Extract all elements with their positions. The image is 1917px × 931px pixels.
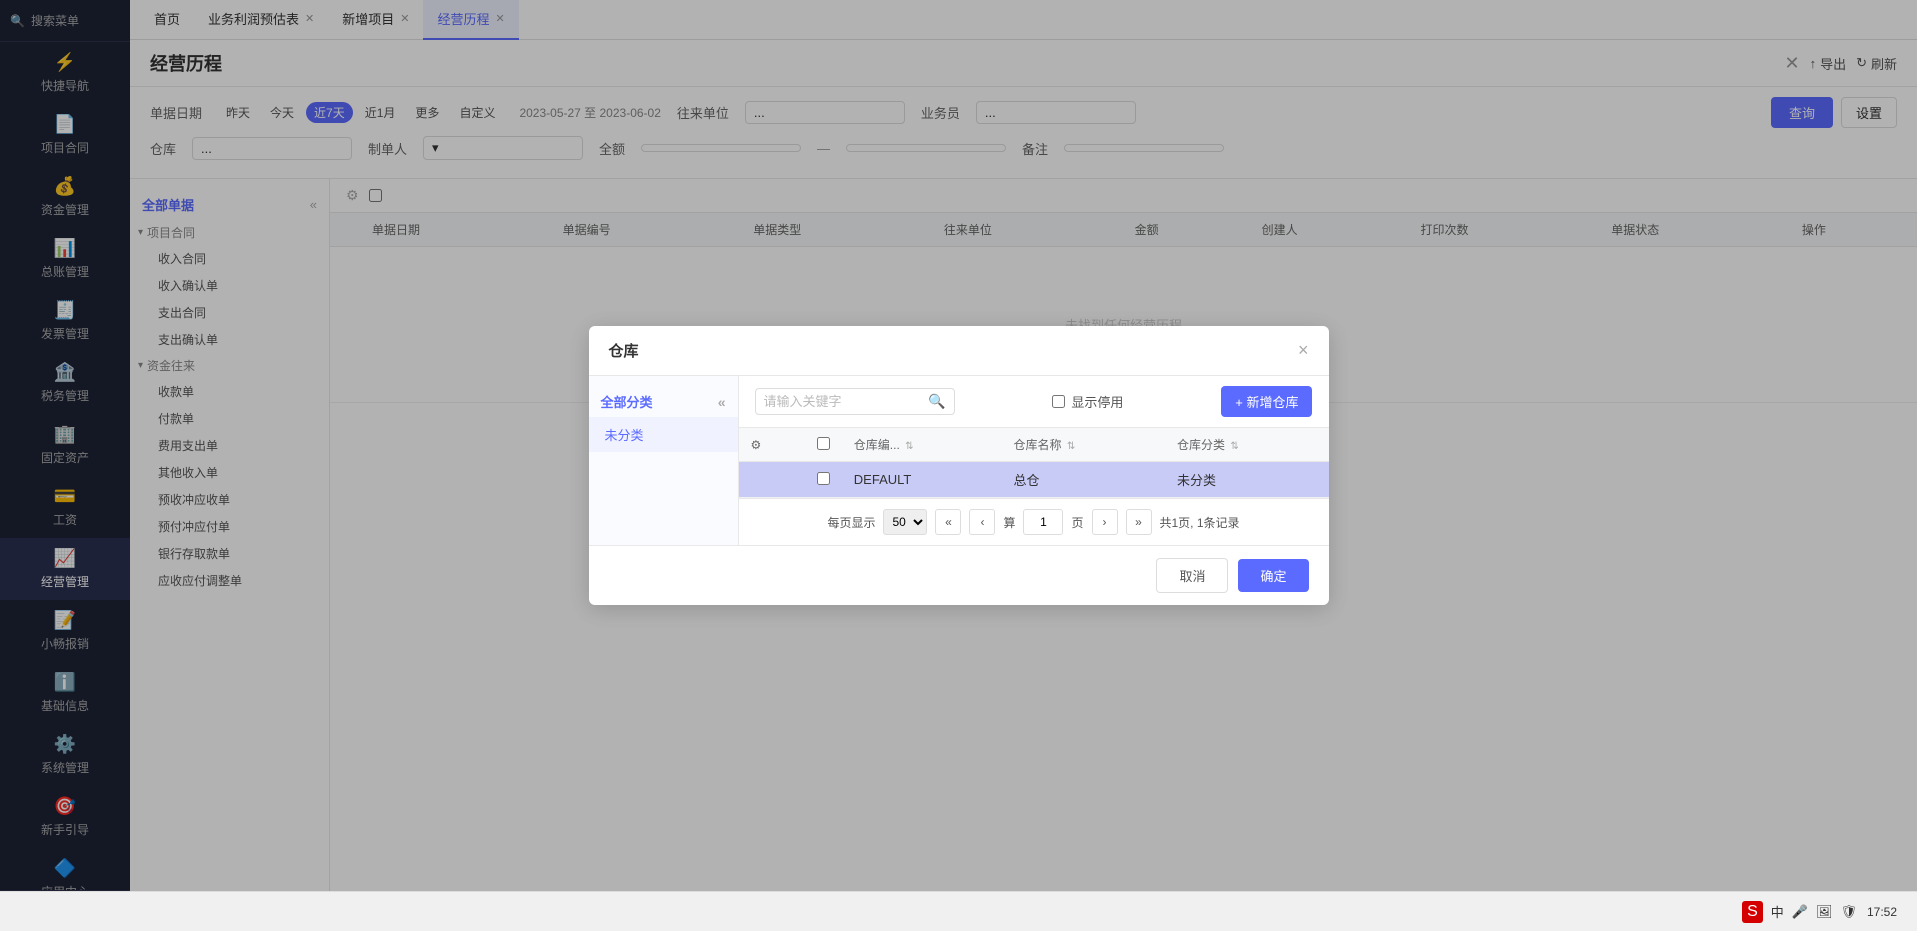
modal-select-all[interactable]: [817, 437, 830, 450]
taskbar-icon-2: 🎤: [1792, 904, 1808, 920]
taskbar-time: 17:52: [1857, 905, 1907, 919]
sort-icon-code: ⇅: [905, 441, 913, 452]
modal-search-box[interactable]: 🔍: [755, 388, 955, 415]
modal-header: 仓库 ×: [589, 326, 1329, 376]
modal-last-page-btn[interactable]: »: [1126, 509, 1152, 535]
cancel-button[interactable]: 取消: [1156, 558, 1228, 593]
modal-table-area: ⚙ 仓库编... ⇅ 仓库名称 ⇅: [739, 428, 1329, 498]
confirm-button[interactable]: 确定: [1238, 559, 1308, 592]
row-check-1[interactable]: [817, 472, 830, 485]
modal-first-page-btn[interactable]: «: [935, 509, 961, 535]
modal-per-page-label: 每页显示: [827, 514, 875, 531]
taskbar-icon-4: 🛡: [1840, 904, 1857, 920]
show-disabled-label[interactable]: 显示停用: [1052, 392, 1123, 411]
modal-table: ⚙ 仓库编... ⇅ 仓库名称 ⇅: [739, 428, 1329, 498]
row-category: 未分类: [1165, 462, 1329, 498]
modal-search-input[interactable]: [764, 394, 923, 409]
row-settings: [739, 462, 805, 498]
modal-prev-page-btn[interactable]: ‹: [969, 509, 995, 535]
modal-th-name-label: 仓库名称: [1013, 438, 1061, 452]
row-checkbox[interactable]: [805, 462, 842, 498]
sort-icon-name: ⇅: [1067, 441, 1075, 452]
modal-close-button[interactable]: ×: [1298, 340, 1309, 361]
modal-body: 全部分类 « 未分类 🔍 显示停用 + 新增仓库: [589, 376, 1329, 545]
taskbar-icons: S 中 🎤 🖼 🛡: [1742, 901, 1857, 923]
modal-collapse-icon[interactable]: «: [718, 394, 726, 410]
modal-total-text: 共1页, 1条记录: [1160, 514, 1240, 531]
modal-title: 仓库: [609, 340, 639, 361]
modal-page-label: 算: [1003, 514, 1015, 531]
modal-table-row[interactable]: DEFAULT 总仓 未分类: [739, 462, 1329, 498]
modal-toolbar: 🔍 显示停用 + 新增仓库: [739, 376, 1329, 428]
taskbar-s-icon: S: [1742, 901, 1763, 923]
modal-right-panel: 🔍 显示停用 + 新增仓库 ⚙: [739, 376, 1329, 545]
modal-next-page-btn[interactable]: ›: [1092, 509, 1118, 535]
modal-page-unit: 页: [1071, 514, 1083, 531]
modal-overlay: 仓库 × 全部分类 « 未分类 🔍: [0, 0, 1917, 931]
modal-th-settings: ⚙: [739, 428, 805, 462]
show-disabled-checkbox[interactable]: [1052, 395, 1065, 408]
modal-all-label[interactable]: 全部分类: [601, 392, 653, 411]
modal-th-category-label: 仓库分类: [1177, 438, 1225, 452]
taskbar-icon-1: 中: [1771, 902, 1784, 921]
modal-page-size-select[interactable]: 50: [883, 509, 927, 535]
modal-uncategorized[interactable]: 未分类: [589, 417, 738, 452]
modal-th-code-label: 仓库编...: [854, 438, 900, 452]
modal-th-category: 仓库分类 ⇅: [1165, 428, 1329, 462]
modal-left-header: 全部分类 «: [589, 386, 738, 417]
modal-left-panel: 全部分类 « 未分类: [589, 376, 739, 545]
modal-footer: 取消 确定: [589, 545, 1329, 605]
row-code: DEFAULT: [842, 462, 1002, 498]
modal-th-select: [805, 428, 842, 462]
modal-th-name: 仓库名称 ⇅: [1001, 428, 1165, 462]
row-name: 总仓: [1001, 462, 1165, 498]
modal-search-icon: 🔍: [928, 393, 945, 410]
taskbar-icon-3: 🖼: [1816, 904, 1833, 920]
modal-page-input[interactable]: [1023, 509, 1063, 535]
modal-th-code: 仓库编... ⇅: [842, 428, 1002, 462]
add-warehouse-button[interactable]: + 新增仓库: [1221, 386, 1312, 417]
sort-icon-category: ⇅: [1230, 441, 1238, 452]
warehouse-modal: 仓库 × 全部分类 « 未分类 🔍: [589, 326, 1329, 605]
taskbar: S 中 🎤 🖼 🛡 17:52: [0, 891, 1917, 931]
modal-pagination: 每页显示 50 « ‹ 算 页 › » 共1页, 1条记录: [739, 498, 1329, 545]
